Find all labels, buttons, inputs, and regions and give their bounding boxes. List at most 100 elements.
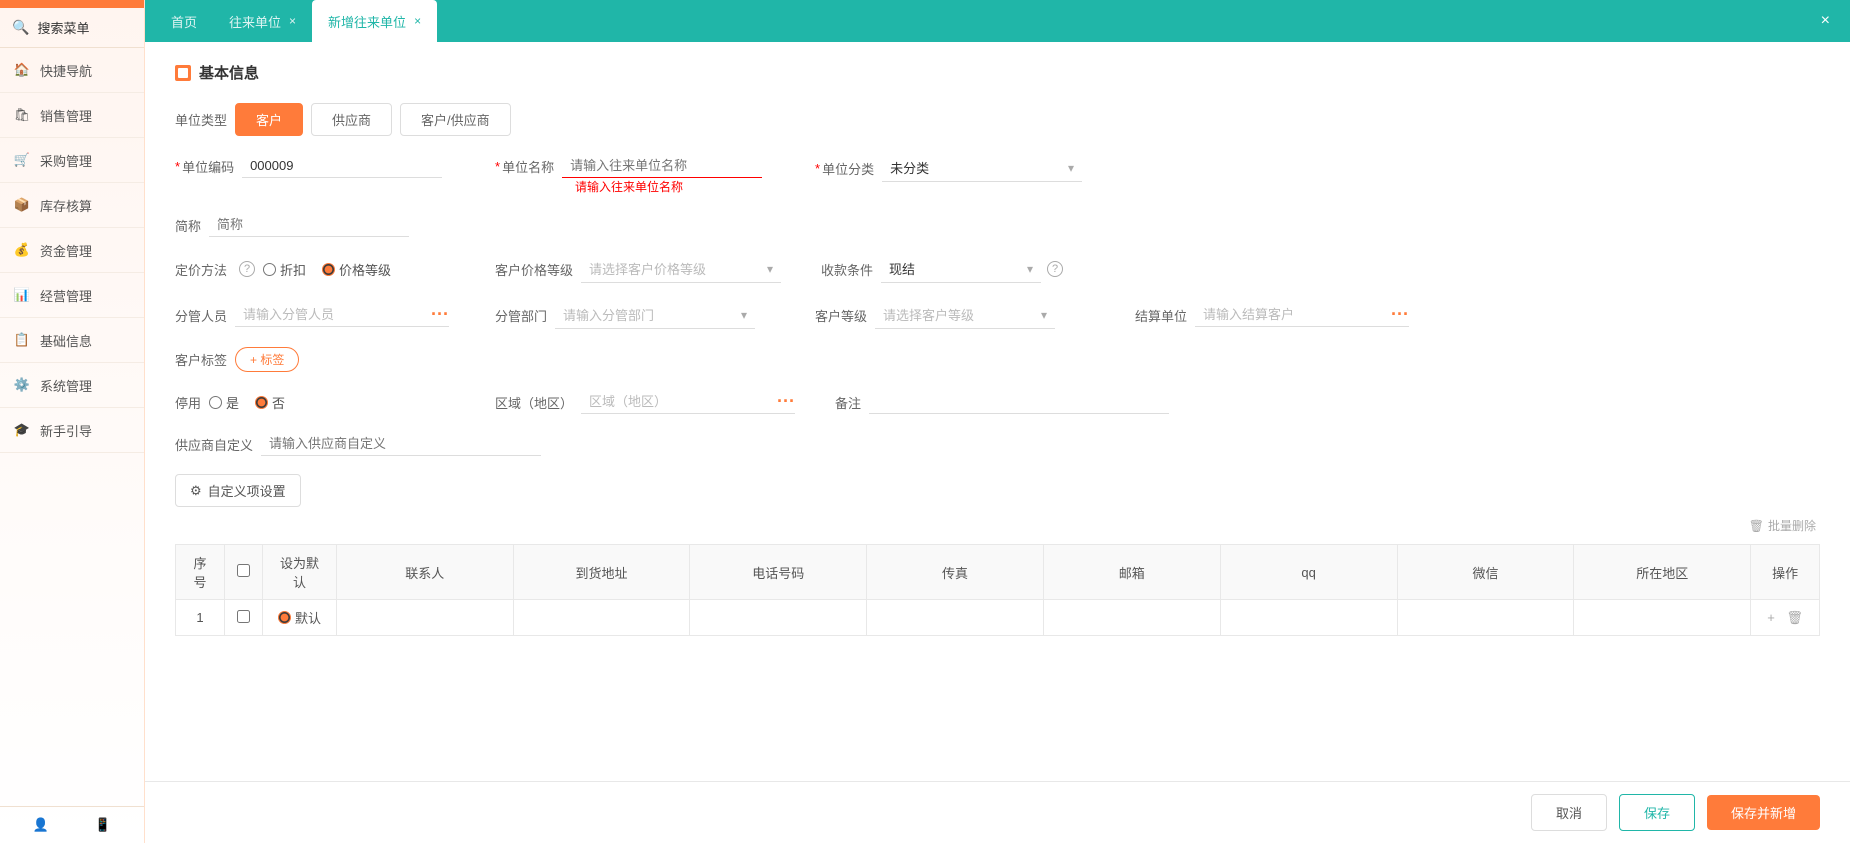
unit-category-value: 未分类: [890, 158, 1068, 177]
abbr-input[interactable]: [209, 213, 409, 237]
tab-home[interactable]: 首页: [155, 0, 213, 42]
customer-level-select[interactable]: 请选择客户等级 ▾: [875, 301, 1055, 329]
manager-more-btn[interactable]: ···: [431, 304, 449, 325]
delete-icon: 🗑: [1749, 519, 1764, 533]
sidebar-item-operations[interactable]: 📊 经营管理: [0, 273, 144, 318]
settlement-input-wrap: ···: [1195, 303, 1409, 327]
pricing-help-icon[interactable]: ?: [239, 261, 255, 277]
unit-type-both[interactable]: 客户/供应商: [400, 103, 511, 136]
search-icon: 🔍: [12, 19, 29, 36]
unit-type-customer[interactable]: 客户: [235, 103, 303, 136]
save-button[interactable]: 保存: [1619, 794, 1695, 831]
remark-input[interactable]: [869, 390, 1169, 414]
wechat-input[interactable]: [1410, 610, 1562, 625]
sidebar-item-purchase[interactable]: 🛒 采购管理: [0, 138, 144, 183]
contact-input[interactable]: [349, 610, 501, 625]
disabled-yes-label[interactable]: 是: [209, 393, 239, 412]
region-more-btn[interactable]: ···: [777, 391, 795, 412]
customer-price-level-select[interactable]: 请选择客户价格等级 ▾: [581, 255, 781, 283]
manager-input[interactable]: [235, 303, 427, 326]
tag-add-button[interactable]: + 标签: [235, 347, 299, 372]
disabled-label: 停用: [175, 393, 201, 412]
unit-name-label: 单位名称: [502, 157, 554, 176]
sidebar-item-quick-nav[interactable]: 🏠 快捷导航: [0, 48, 144, 93]
row-checkbox[interactable]: [237, 610, 250, 623]
tag-group: 客户标签 + 标签: [175, 347, 455, 372]
row-qq[interactable]: [1220, 600, 1397, 636]
chevron-down-icon: ▾: [1068, 161, 1074, 175]
window-close-button[interactable]: ×: [1811, 12, 1840, 30]
pricing-discount-radio[interactable]: [263, 263, 276, 276]
disabled-no-radio[interactable]: [255, 396, 268, 409]
row-default-radio[interactable]: [278, 611, 291, 624]
row-delete-btn[interactable]: 🗑: [1786, 610, 1803, 625]
unit-name-input[interactable]: [562, 154, 762, 178]
address-input[interactable]: [526, 610, 678, 625]
pricing-row: 定价方法 ? 折扣 价格等级 客户价格等级 请选择客户价格等级: [175, 255, 1820, 283]
row-default-label[interactable]: 默认: [275, 608, 324, 627]
row-address[interactable]: [513, 600, 690, 636]
supplier-custom-group: 供应商自定义: [175, 432, 541, 456]
stock-icon: 📦: [12, 195, 32, 215]
footer-icon-1[interactable]: 👤: [33, 817, 49, 833]
fax-input[interactable]: [879, 610, 1031, 625]
row-region[interactable]: [1574, 600, 1751, 636]
table-row: 1 默认: [176, 600, 1820, 636]
tab-partner-close[interactable]: ×: [289, 14, 296, 28]
row-region-input[interactable]: [1586, 610, 1738, 625]
main-area: 首页 往来单位 × 新增往来单位 × × 基本信息 单位类型 客户 供应商: [145, 0, 1850, 843]
row-fax[interactable]: [867, 600, 1044, 636]
row-default-cell: 默认: [263, 600, 337, 636]
dept-select[interactable]: 请输入分管部门 ▾: [555, 301, 755, 329]
col-qq: qq: [1220, 545, 1397, 600]
select-all-checkbox[interactable]: [237, 564, 250, 577]
email-input[interactable]: [1056, 610, 1208, 625]
sidebar-item-finance[interactable]: 💰 资金管理: [0, 228, 144, 273]
section-icon: [175, 65, 191, 81]
region-label: 区域（地区）: [495, 393, 573, 412]
settlement-unit-label: 结算单位: [1135, 306, 1187, 325]
payment-help-icon[interactable]: ?: [1047, 261, 1063, 277]
row-add-btn[interactable]: +: [1767, 610, 1775, 625]
disabled-yes-radio[interactable]: [209, 396, 222, 409]
save-new-button[interactable]: 保存并新增: [1707, 795, 1820, 830]
sidebar-item-sys-mgmt[interactable]: ⚙️ 系统管理: [0, 363, 144, 408]
sidebar-search[interactable]: 🔍 搜索菜单: [0, 8, 144, 48]
unit-code-input[interactable]: [242, 154, 442, 178]
phone-input[interactable]: [702, 610, 854, 625]
section-title: 基本信息: [199, 62, 259, 83]
sidebar-item-stock[interactable]: 📦 库存核算: [0, 183, 144, 228]
row-email[interactable]: [1043, 600, 1220, 636]
batch-delete-button[interactable]: 🗑 批量删除: [1749, 517, 1816, 534]
row-phone[interactable]: [690, 600, 867, 636]
col-region: 所在地区: [1574, 545, 1751, 600]
pricing-level-label[interactable]: 价格等级: [322, 260, 391, 279]
unit-type-label: 单位类型: [175, 110, 227, 129]
row-wechat[interactable]: [1397, 600, 1574, 636]
qq-input[interactable]: [1233, 610, 1385, 625]
payment-terms-select[interactable]: 现结 ▾: [881, 255, 1041, 283]
supplier-custom-input[interactable]: [261, 432, 541, 456]
tab-partner[interactable]: 往来单位 ×: [213, 0, 312, 42]
sidebar-item-sales[interactable]: 🛍 销售管理: [0, 93, 144, 138]
unit-category-select[interactable]: 未分类 ▾: [882, 154, 1082, 182]
disabled-no-label[interactable]: 否: [255, 393, 285, 412]
col-fax: 传真: [867, 545, 1044, 600]
sidebar-item-base-info[interactable]: 📋 基础信息: [0, 318, 144, 363]
row-contact[interactable]: [336, 600, 513, 636]
tab-new-partner[interactable]: 新增往来单位 ×: [312, 0, 437, 42]
pricing-discount-label[interactable]: 折扣: [263, 260, 306, 279]
pricing-level-radio[interactable]: [322, 263, 335, 276]
footer-icon-2[interactable]: 📱: [95, 817, 111, 833]
region-input[interactable]: [581, 390, 773, 413]
disabled-yes-text: 是: [226, 393, 239, 412]
row-default-text: 默认: [295, 608, 321, 627]
settlement-input[interactable]: [1195, 303, 1387, 326]
cancel-button[interactable]: 取消: [1531, 794, 1607, 831]
custom-settings-button[interactable]: ⚙ 自定义项设置: [175, 474, 301, 507]
settlement-more-btn[interactable]: ···: [1391, 304, 1409, 325]
unit-type-supplier[interactable]: 供应商: [311, 103, 392, 136]
sidebar-item-new-guide[interactable]: 🎓 新手引导: [0, 408, 144, 453]
tab-new-partner-close[interactable]: ×: [414, 14, 421, 28]
unit-code-label: 单位编码: [182, 157, 234, 176]
